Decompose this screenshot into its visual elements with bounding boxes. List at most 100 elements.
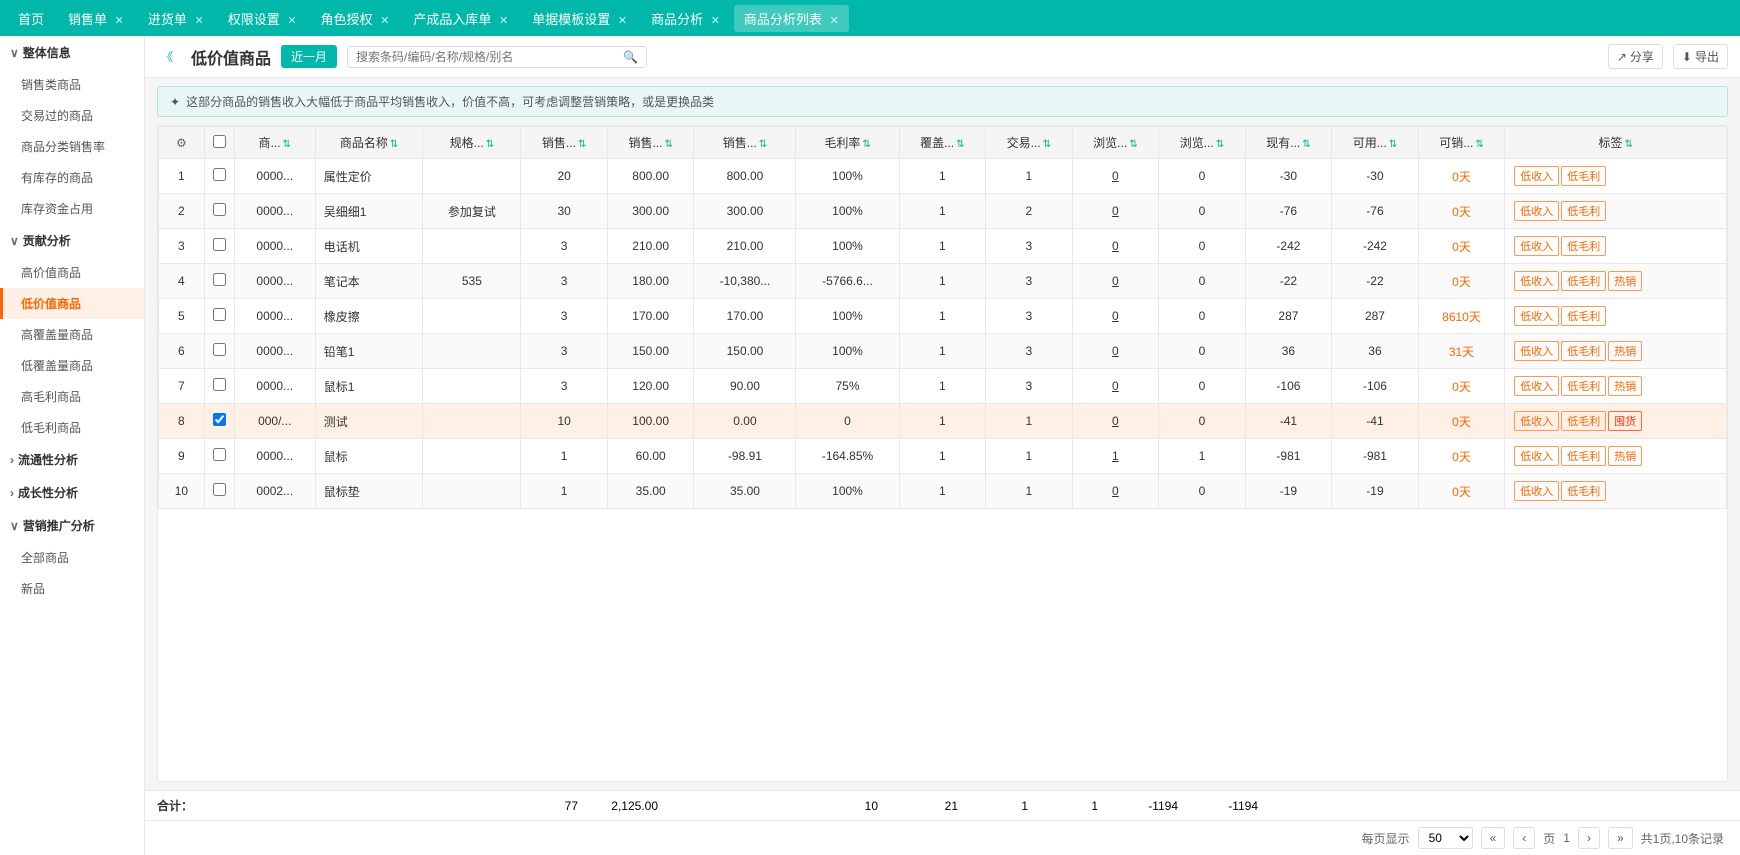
sidebar-group-marketing[interactable]: ∨ 营销推广分析 bbox=[0, 509, 144, 542]
row-checkbox-5[interactable] bbox=[213, 308, 226, 321]
sidebar-item-traded-products[interactable]: 交易过的商品 bbox=[0, 100, 144, 131]
row-checkbox-4[interactable] bbox=[213, 273, 226, 286]
browse1-link-2[interactable]: 0 bbox=[1112, 204, 1119, 218]
th-sales-price[interactable]: 销售...⇅ bbox=[607, 127, 694, 159]
cell-checkbox-1[interactable] bbox=[204, 159, 234, 194]
th-name[interactable]: 商品名称⇅ bbox=[315, 127, 423, 159]
close-templates-icon[interactable]: ✕ bbox=[618, 15, 627, 27]
cell-checkbox-5[interactable] bbox=[204, 299, 234, 334]
th-sales-qty[interactable]: 销售...⇅ bbox=[521, 127, 608, 159]
sidebar-item-new-products[interactable]: 新品 bbox=[0, 573, 144, 604]
search-icon[interactable]: 🔍 bbox=[623, 50, 638, 64]
th-saleable[interactable]: 可销...⇅ bbox=[1418, 127, 1505, 159]
nav-item-products[interactable]: 产成品入库单 ✕ bbox=[403, 5, 518, 32]
row-checkbox-8[interactable] bbox=[213, 413, 226, 426]
nav-item-permissions[interactable]: 权限设置 ✕ bbox=[218, 5, 307, 32]
nav-item-home[interactable]: 首页 bbox=[8, 5, 54, 32]
sidebar-item-stock-funds[interactable]: 库存资金占用 bbox=[0, 193, 144, 224]
close-purchase-icon[interactable]: ✕ bbox=[194, 15, 203, 27]
th-spec[interactable]: 规格...⇅ bbox=[423, 127, 521, 159]
th-settings[interactable]: ⚙ bbox=[159, 127, 205, 159]
sidebar-item-all-products[interactable]: 全部商品 bbox=[0, 542, 144, 573]
cell-checkbox-3[interactable] bbox=[204, 229, 234, 264]
th-coverage[interactable]: 覆盖...⇅ bbox=[899, 127, 986, 159]
close-analysis-list-icon[interactable]: ✕ bbox=[830, 15, 839, 27]
row-checkbox-3[interactable] bbox=[213, 238, 226, 251]
row-checkbox-6[interactable] bbox=[213, 343, 226, 356]
period-button[interactable]: 近一月 bbox=[281, 45, 337, 68]
collapse-sidebar-button[interactable]: 《 bbox=[157, 44, 177, 69]
browse1-link-10[interactable]: 0 bbox=[1112, 484, 1119, 498]
close-permissions-icon[interactable]: ✕ bbox=[287, 15, 296, 27]
cell-checkbox-6[interactable] bbox=[204, 334, 234, 369]
cell-checkbox-4[interactable] bbox=[204, 264, 234, 299]
th-checkbox[interactable] bbox=[204, 127, 234, 159]
nav-item-sales[interactable]: 销售单 ✕ bbox=[58, 5, 134, 32]
th-current[interactable]: 现有...⇅ bbox=[1245, 127, 1332, 159]
sidebar-item-high-value[interactable]: 高价值商品 bbox=[0, 257, 144, 288]
search-input[interactable] bbox=[356, 50, 623, 64]
close-sales-icon[interactable]: ✕ bbox=[115, 15, 124, 27]
sidebar-item-low-margin[interactable]: 低毛利商品 bbox=[0, 412, 144, 443]
th-browse2[interactable]: 浏览...⇅ bbox=[1159, 127, 1246, 159]
nav-item-templates[interactable]: 单据模板设置 ✕ bbox=[522, 5, 637, 32]
nav-item-purchase[interactable]: 进货单 ✕ bbox=[138, 5, 214, 32]
share-button[interactable]: ↗ 分享 bbox=[1608, 44, 1663, 69]
sidebar-item-stock-products[interactable]: 有库存的商品 bbox=[0, 162, 144, 193]
close-products-icon[interactable]: ✕ bbox=[499, 15, 508, 27]
sidebar-item-low-value[interactable]: 低价值商品 bbox=[0, 288, 144, 319]
cell-checkbox-9[interactable] bbox=[204, 439, 234, 474]
next-page-button[interactable]: › bbox=[1578, 827, 1600, 849]
th-sales-amount[interactable]: 销售...⇅ bbox=[694, 127, 796, 159]
last-page-button[interactable]: » bbox=[1608, 827, 1633, 849]
page-size-select[interactable]: 50 20 100 bbox=[1418, 827, 1473, 849]
th-code[interactable]: 商...⇅ bbox=[234, 127, 315, 159]
cell-checkbox-2[interactable] bbox=[204, 194, 234, 229]
th-available[interactable]: 可用...⇅ bbox=[1332, 127, 1419, 159]
cell-checkbox-8[interactable] bbox=[204, 404, 234, 439]
th-transaction[interactable]: 交易...⇅ bbox=[986, 127, 1073, 159]
browse1-link-1[interactable]: 0 bbox=[1112, 169, 1119, 183]
nav-item-analysis-list[interactable]: 商品分析列表 ✕ bbox=[734, 5, 849, 32]
first-page-button[interactable]: « bbox=[1481, 827, 1506, 849]
row-checkbox-10[interactable] bbox=[213, 483, 226, 496]
nav-item-analysis[interactable]: 商品分析 ✕ bbox=[641, 5, 730, 32]
browse1-link-9[interactable]: 1 bbox=[1112, 449, 1119, 463]
cell-checkbox-7[interactable] bbox=[204, 369, 234, 404]
sidebar-group-contribution[interactable]: ∨ 贡献分析 bbox=[0, 224, 144, 257]
row-checkbox-9[interactable] bbox=[213, 448, 226, 461]
settings-icon[interactable]: ⚙ bbox=[176, 136, 187, 150]
browse1-link-8[interactable]: 0 bbox=[1112, 414, 1119, 428]
share-icon: ↗ bbox=[1617, 50, 1627, 64]
sidebar-item-high-coverage[interactable]: 高覆盖量商品 bbox=[0, 319, 144, 350]
sidebar-item-sales-products[interactable]: 销售类商品 bbox=[0, 69, 144, 100]
browse1-link-5[interactable]: 0 bbox=[1112, 309, 1119, 323]
select-all-checkbox[interactable] bbox=[213, 135, 226, 148]
close-roles-icon[interactable]: ✕ bbox=[380, 15, 389, 27]
th-tags[interactable]: 标签⇅ bbox=[1505, 127, 1727, 159]
th-margin[interactable]: 毛利率⇅ bbox=[796, 127, 899, 159]
export-button[interactable]: ⬇ 导出 bbox=[1673, 44, 1728, 69]
browse1-link-3[interactable]: 0 bbox=[1112, 239, 1119, 253]
row-checkbox-7[interactable] bbox=[213, 378, 226, 391]
sidebar-item-category-sales[interactable]: 商品分类销售率 bbox=[0, 131, 144, 162]
row-checkbox-2[interactable] bbox=[213, 203, 226, 216]
th-browse1[interactable]: 浏览...⇅ bbox=[1072, 127, 1159, 159]
prev-page-button[interactable]: ‹ bbox=[1513, 827, 1535, 849]
sidebar-group-circulation[interactable]: › 流通性分析 bbox=[0, 443, 144, 476]
browse1-link-7[interactable]: 0 bbox=[1112, 379, 1119, 393]
row-checkbox-1[interactable] bbox=[213, 168, 226, 181]
browse1-link-6[interactable]: 0 bbox=[1112, 344, 1119, 358]
sidebar-group-growth[interactable]: › 成长性分析 bbox=[0, 476, 144, 509]
cell-sales-price-6: 150.00 bbox=[607, 334, 694, 369]
cell-checkbox-10[interactable] bbox=[204, 474, 234, 509]
sidebar-item-high-margin[interactable]: 高毛利商品 bbox=[0, 381, 144, 412]
nav-item-roles[interactable]: 角色授权 ✕ bbox=[311, 5, 400, 32]
close-analysis-icon[interactable]: ✕ bbox=[711, 15, 720, 27]
sidebar-item-low-coverage[interactable]: 低覆盖量商品 bbox=[0, 350, 144, 381]
browse1-link-4[interactable]: 0 bbox=[1112, 274, 1119, 288]
cell-sales-price-5: 170.00 bbox=[607, 299, 694, 334]
sidebar-group-overview[interactable]: ∨ 整体信息 bbox=[0, 36, 144, 69]
data-table-wrapper: ⚙ 商...⇅ 商品名称⇅ 规格...⇅ 销售...⇅ 销售...⇅ 销售...… bbox=[157, 125, 1728, 782]
cell-code-7: 0000... bbox=[234, 369, 315, 404]
